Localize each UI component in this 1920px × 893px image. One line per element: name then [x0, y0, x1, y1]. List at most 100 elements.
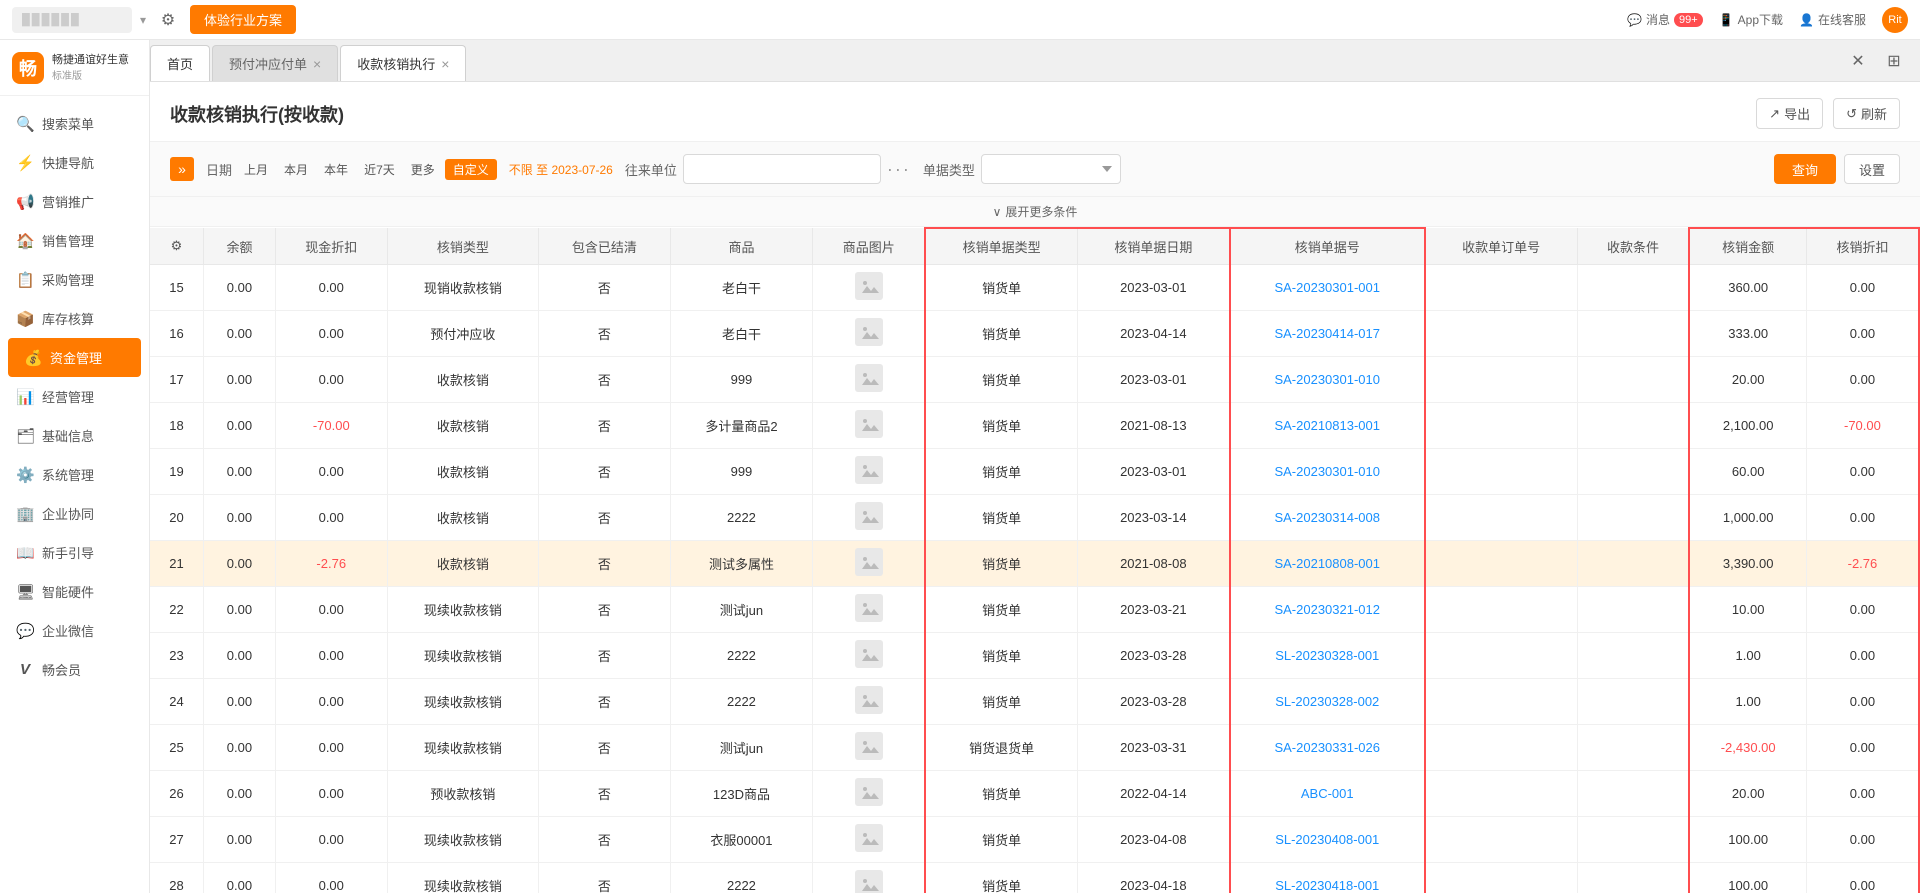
sidebar-item-system[interactable]: ⚙️ 系统管理 — [0, 455, 149, 494]
expand-more-button[interactable]: ∨ 展开更多条件 — [993, 203, 1078, 220]
tab-receipt-close-icon[interactable]: × — [441, 56, 449, 72]
sidebar-item-wechat[interactable]: 💬 企业微信 — [0, 611, 149, 650]
date-opt-this-year[interactable]: 本年 — [318, 159, 354, 180]
sidebar-item-inventory[interactable]: 📦 库存核算 — [0, 299, 149, 338]
sidebar-item-search[interactable]: 🔍 搜索菜单 — [0, 104, 149, 143]
tab-maximize-icon[interactable]: ⊞ — [1880, 47, 1908, 75]
cell-verify-amount: 60.00 — [1689, 449, 1806, 495]
cell-verify-doc-type: 销货单 — [925, 311, 1077, 357]
cell-receipt-order-no — [1425, 587, 1577, 633]
verify-doc-no-link[interactable]: SA-20230301-001 — [1274, 280, 1380, 295]
filter-expand-button[interactable]: » — [170, 157, 194, 181]
date-range-button[interactable]: 不限 至 2023-07-26 — [509, 161, 613, 178]
online-service-button[interactable]: 👤 在线客服 — [1799, 11, 1866, 28]
sidebar-item-operation[interactable]: 📊 经营管理 — [0, 377, 149, 416]
user-avatar[interactable]: Rit — [1882, 7, 1908, 33]
app-download-button[interactable]: 📱 App下载 — [1719, 11, 1783, 28]
cell-verify-discount: 0.00 — [1806, 817, 1919, 863]
cell-balance: 0.00 — [203, 725, 275, 771]
smart-icon: 🖥 — [16, 583, 34, 601]
col-header-goods: 商品 — [670, 228, 813, 265]
table-container[interactable]: ⚙ 余额 现金折扣 核销类型 包含已结清 商品 商品图片 核销单据类型 核销单据… — [150, 227, 1920, 893]
date-opt-more[interactable]: 更多 — [405, 159, 441, 180]
table-row: 25 0.00 0.00 现续收款核销 否 测试jun 销货退货单 2023-0… — [150, 725, 1919, 771]
export-button[interactable]: ↗ 导出 — [1756, 98, 1823, 129]
verify-doc-no-link[interactable]: SA-20230331-026 — [1274, 740, 1380, 755]
page-header: 收款核销执行(按收款) ↗ 导出 ↺ 刷新 — [150, 82, 1920, 142]
sidebar-item-shortcut[interactable]: ⚡ 快捷导航 — [0, 143, 149, 182]
col-header-verify-amount: 核销金额 — [1689, 228, 1806, 265]
company-selector[interactable]: ██████ — [12, 7, 132, 33]
purchase-icon: 📋 — [16, 271, 34, 289]
sidebar-item-basic[interactable]: 🗂 基础信息 — [0, 416, 149, 455]
voucher-type-select[interactable] — [981, 154, 1121, 184]
tab-prepay-close-icon[interactable]: × — [313, 56, 321, 72]
cell-verify-doc-type: 销货单 — [925, 587, 1077, 633]
verify-doc-no-link[interactable]: SA-20230301-010 — [1274, 372, 1380, 387]
verify-doc-no-link[interactable]: SA-20230314-008 — [1274, 510, 1380, 525]
cell-verify-doc-date: 2021-08-13 — [1077, 403, 1229, 449]
sidebar-item-wechat-label: 企业微信 — [42, 621, 94, 640]
sidebar-item-sales-label: 销售管理 — [42, 231, 94, 250]
verify-doc-no-link[interactable]: SA-20230321-012 — [1274, 602, 1380, 617]
verify-doc-no-link[interactable]: SL-20230418-001 — [1275, 878, 1379, 893]
tab-close-window-icon[interactable]: ✕ — [1844, 47, 1872, 75]
tab-home[interactable]: 首页 — [150, 45, 210, 81]
cell-goods-image — [813, 403, 925, 449]
company-chevron-icon[interactable]: ▾ — [140, 13, 146, 27]
cell-goods: 2222 — [670, 863, 813, 893]
sidebar-item-guide[interactable]: 📖 新手引导 — [0, 533, 149, 572]
date-opt-custom[interactable]: 自定义 — [445, 159, 497, 180]
cell-verify-amount: -2,430.00 — [1689, 725, 1806, 771]
partner-dots[interactable]: ··· — [887, 159, 911, 180]
tab-prepay[interactable]: 预付冲应付单 × — [212, 45, 338, 81]
partner-input[interactable] — [683, 154, 881, 184]
sidebar-item-enterprise[interactable]: 🏢 企业协同 — [0, 494, 149, 533]
sidebar-item-smart[interactable]: 🖥 智能硬件 — [0, 572, 149, 611]
sidebar-item-marketing[interactable]: 📢 营销推广 — [0, 182, 149, 221]
verify-doc-no-link[interactable]: SL-20230408-001 — [1275, 832, 1379, 847]
sidebar-item-purchase[interactable]: 📋 采购管理 — [0, 260, 149, 299]
cell-include-settled: 否 — [539, 495, 671, 541]
cell-goods-image — [813, 863, 925, 893]
verify-doc-no-link[interactable]: SA-20210808-001 — [1274, 556, 1380, 571]
date-opt-7days[interactable]: 近7天 — [358, 159, 401, 180]
tab-receipt[interactable]: 收款核销执行 × — [340, 45, 466, 81]
cell-cash-discount: -70.00 — [275, 403, 387, 449]
col-header-verify-type: 核销类型 — [387, 228, 538, 265]
cell-verify-type: 现续收款核销 — [387, 817, 538, 863]
sidebar-item-purchase-label: 采购管理 — [42, 270, 94, 289]
date-opt-this-month[interactable]: 本月 — [278, 159, 314, 180]
cell-seq: 21 — [150, 541, 203, 587]
cell-goods-image — [813, 587, 925, 633]
cell-include-settled: 否 — [539, 265, 671, 311]
cell-cash-discount: 0.00 — [275, 265, 387, 311]
verify-doc-no-link[interactable]: ABC-001 — [1301, 786, 1354, 801]
top-bar: ██████ ▾ ⚙ 体验行业方案 💬 消息 99+ 📱 App下载 👤 在线客… — [0, 0, 1920, 40]
verify-doc-no-link[interactable]: SL-20230328-002 — [1275, 694, 1379, 709]
filter-setting-button[interactable]: 设置 — [1844, 154, 1900, 184]
verify-doc-no-link[interactable]: SL-20230328-001 — [1275, 648, 1379, 663]
query-button[interactable]: 查询 — [1774, 154, 1836, 184]
cell-seq: 26 — [150, 771, 203, 817]
sidebar-item-sales[interactable]: 🏠 销售管理 — [0, 221, 149, 260]
sidebar-item-vip[interactable]: V 畅会员 — [0, 650, 149, 689]
messages-button[interactable]: 💬 消息 99+ — [1627, 11, 1703, 28]
sidebar-item-finance[interactable]: 💰 资金管理 — [8, 338, 141, 377]
cell-receipt-condition — [1577, 771, 1689, 817]
settings-icon-button[interactable]: ⚙ — [154, 6, 182, 34]
sidebar-item-shortcut-label: 快捷导航 — [42, 153, 94, 172]
cell-verify-doc-type: 销货单 — [925, 403, 1077, 449]
basic-icon: 🗂 — [16, 427, 34, 445]
cell-cash-discount: 0.00 — [275, 633, 387, 679]
verify-doc-no-link[interactable]: SA-20210813-001 — [1274, 418, 1380, 433]
refresh-button[interactable]: ↺ 刷新 — [1833, 98, 1900, 129]
cell-receipt-order-no — [1425, 679, 1577, 725]
cell-cash-discount: 0.00 — [275, 449, 387, 495]
cell-goods: 测试jun — [670, 587, 813, 633]
verify-doc-no-link[interactable]: SA-20230301-010 — [1274, 464, 1380, 479]
date-opt-last-month[interactable]: 上月 — [238, 159, 274, 180]
verify-doc-no-link[interactable]: SA-20230414-017 — [1274, 326, 1380, 341]
page-title: 收款核销执行(按收款) — [170, 101, 344, 127]
trial-industry-button[interactable]: 体验行业方案 — [190, 5, 296, 34]
